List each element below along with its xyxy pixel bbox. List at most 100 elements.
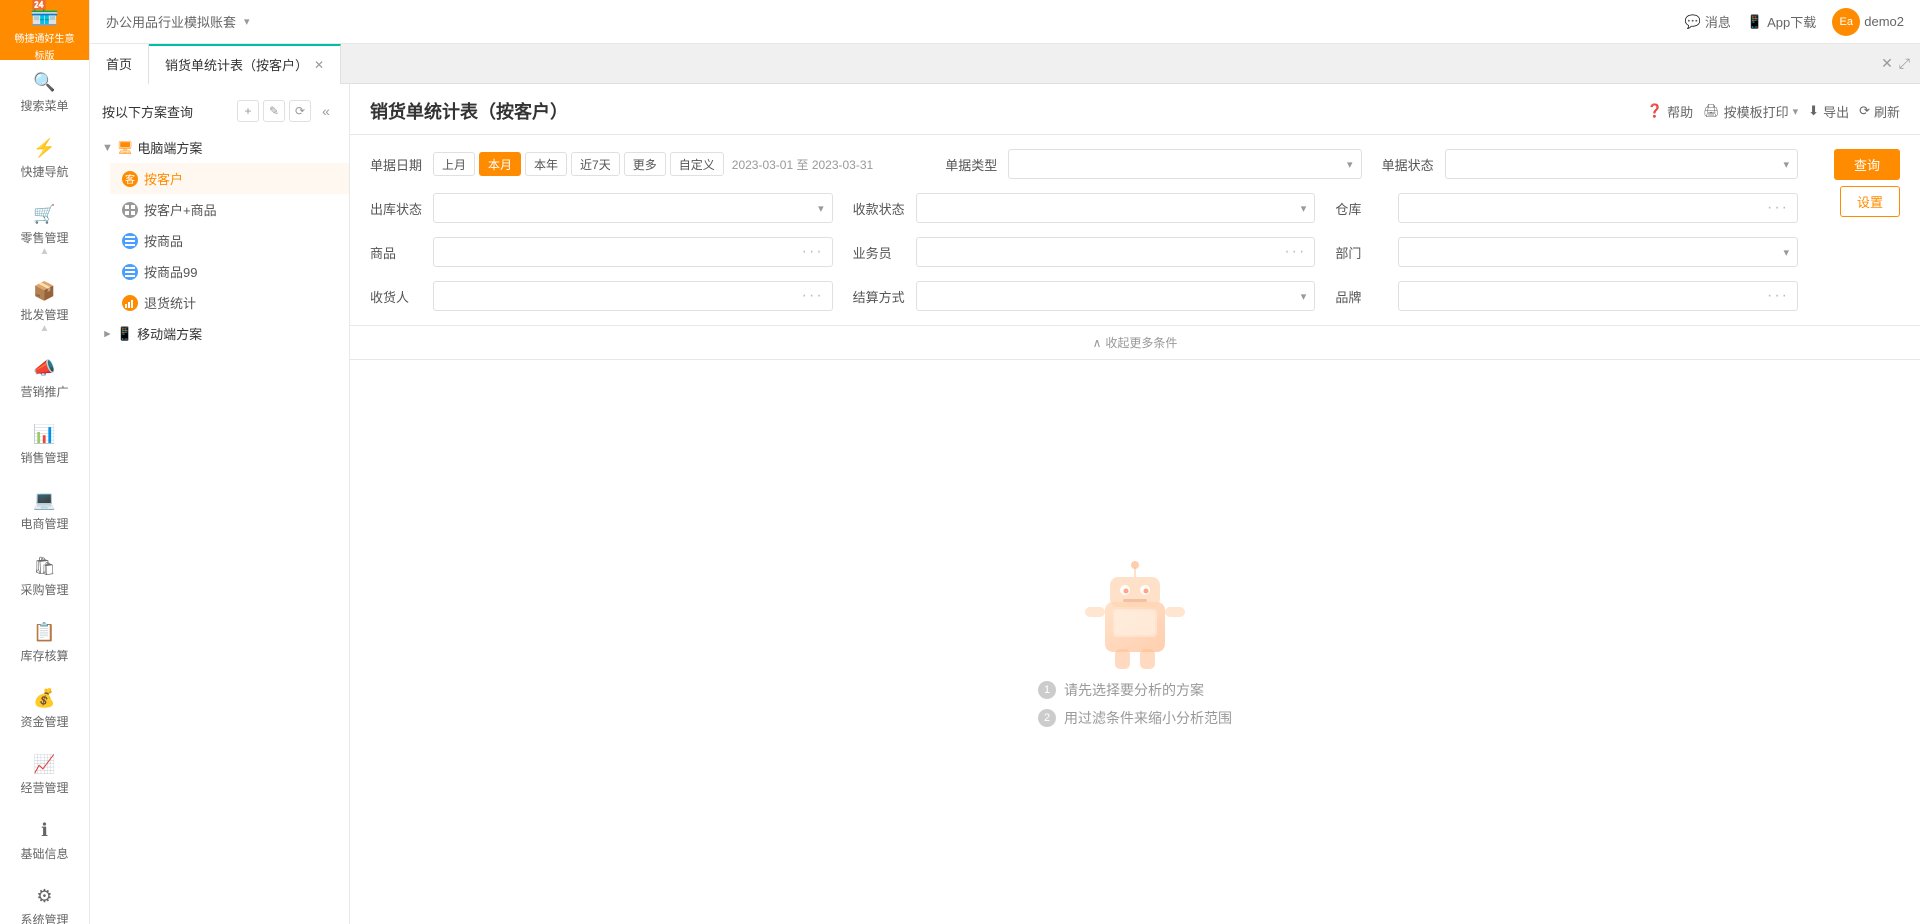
out-status-select[interactable]: ▾	[433, 193, 833, 223]
filter-row-2: 出库状态 ▾ 收款状态 ▾	[370, 193, 1798, 223]
filter-product: 商品 ···	[370, 237, 833, 267]
by-product-icon	[122, 233, 138, 249]
window-controls: ✕ ⤢	[1881, 55, 1920, 72]
add-scheme-button[interactable]: +	[237, 100, 259, 122]
date-btn-more[interactable]: 更多	[624, 152, 666, 176]
ecommerce-icon: 💻	[33, 490, 55, 511]
receiver-select[interactable]: ···	[433, 281, 833, 311]
filter-row-3: 商品 ··· 业务员 ···	[370, 237, 1798, 267]
refresh-scheme-button[interactable]: ⟳	[289, 100, 311, 122]
product-select[interactable]: ···	[433, 237, 833, 267]
message-button[interactable]: 💬 消息	[1685, 12, 1731, 31]
order-type-select[interactable]: ▾	[1008, 149, 1361, 179]
topbar-left: 办公用品行业模拟账套 ▾	[106, 12, 250, 31]
edit-scheme-button[interactable]: ✎	[263, 100, 285, 122]
app-download-button[interactable]: 📱 App下载	[1747, 12, 1816, 31]
mobile-group-arrow: ▼	[101, 328, 113, 339]
tree-item-by-product[interactable]: 按商品	[110, 225, 349, 256]
sidebar-item-sales[interactable]: 📊 销售管理	[0, 412, 90, 478]
order-status-select[interactable]: ▾	[1445, 149, 1798, 179]
sidebar-item-finance[interactable]: 💰 资金管理	[0, 676, 90, 742]
tip-1-num: 1	[1038, 681, 1056, 699]
shortcuts-icon: ⚡	[33, 138, 55, 159]
refresh-button[interactable]: ⟳ 刷新	[1859, 102, 1900, 121]
left-panel-header: 按以下方案查询 + ✎ ⟳ «	[90, 94, 349, 128]
tree-item-by-product-99[interactable]: 按商品99	[110, 256, 349, 287]
tree-group-desktop: ▼ 🖥 电脑端方案 客 按客户 按客户+商品	[90, 132, 349, 318]
sidebar-item-operations[interactable]: 📈 经营管理	[0, 742, 90, 808]
tree-group-desktop-header[interactable]: ▼ 🖥 电脑端方案	[90, 132, 349, 163]
user-menu[interactable]: Ea demo2	[1832, 8, 1904, 36]
sidebar-label-ecommerce: 电商管理	[20, 515, 68, 532]
help-button[interactable]: ❓ 帮助	[1647, 102, 1693, 121]
product-label: 商品	[370, 243, 425, 262]
tab-home-label: 首页	[106, 54, 132, 73]
date-btn-current-month[interactable]: 本月	[479, 152, 521, 176]
template-print-dropdown-icon[interactable]: ▾	[1793, 105, 1799, 118]
system-icon: ⚙	[36, 886, 52, 907]
sidebar-item-retail[interactable]: 🛒 零售管理 ▲	[0, 192, 90, 269]
template-print-button[interactable]: 🖨 按模板打印 ▾	[1703, 102, 1798, 121]
filter-brand: 品牌 ···	[1335, 281, 1798, 311]
desktop-group-arrow: ▼	[102, 142, 113, 154]
order-status-chevron: ▾	[1783, 158, 1789, 171]
mobile-group-icon: 📱	[117, 326, 133, 342]
sidebar-item-basic[interactable]: ℹ 基础信息	[0, 808, 90, 874]
marketing-icon: 📣	[33, 358, 55, 379]
tab-close-icon[interactable]: ✕	[314, 58, 324, 72]
brand-dots: ···	[1767, 287, 1789, 305]
department-select[interactable]: ▾	[1398, 237, 1798, 267]
warehouse-label: 仓库	[1335, 199, 1390, 218]
retail-arrow: ▲	[40, 246, 50, 257]
sidebar-item-ecommerce[interactable]: 💻 电商管理	[0, 478, 90, 544]
date-btn-current-year[interactable]: 本年	[525, 152, 567, 176]
query-button[interactable]: 查询	[1834, 149, 1900, 180]
tree-group-mobile: ▼ 📱 移动端方案	[90, 318, 349, 349]
refresh-label: 刷新	[1874, 102, 1900, 121]
by-product-99-icon	[122, 264, 138, 280]
tab-sales-stats[interactable]: 销货单统计表（按客户） ✕	[149, 44, 341, 84]
salesperson-select[interactable]: ···	[916, 237, 1316, 267]
receipt-status-select[interactable]: ▾	[916, 193, 1316, 223]
sidebar-item-system[interactable]: ⚙ 系统管理	[0, 874, 90, 924]
warehouse-dots: ···	[1767, 199, 1789, 217]
sidebar-item-search[interactable]: 🔍 搜索菜单	[0, 60, 90, 126]
sidebar-item-wholesale[interactable]: 📦 批发管理 ▲	[0, 269, 90, 346]
tree-item-by-customer[interactable]: 客 按客户	[110, 163, 349, 194]
sidebar-item-marketing[interactable]: 📣 营销推广	[0, 346, 90, 412]
sidebar-item-purchase[interactable]: 🛍 采购管理	[0, 544, 90, 610]
print-icon: 🖨	[1703, 103, 1720, 119]
filter-order-type: 单据类型 ▾	[945, 149, 1361, 179]
settlement-select[interactable]: ▾	[916, 281, 1316, 311]
topbar-right: 💬 消息 📱 App下载 Ea demo2	[1685, 8, 1904, 36]
query-button-area: 查询 设置	[1814, 149, 1900, 217]
brand-select[interactable]: ···	[1398, 281, 1798, 311]
settings-button[interactable]: 设置	[1840, 186, 1900, 217]
date-btn-last7[interactable]: 近7天	[571, 152, 620, 176]
avatar-text: Ea	[1840, 16, 1853, 28]
collapse-panel-button[interactable]: «	[315, 100, 337, 122]
industry-name: 办公用品行业模拟账套	[106, 12, 236, 31]
empty-tip-2: 2 用过滤条件来缩小分析范围	[1038, 708, 1232, 728]
date-btn-custom[interactable]: 自定义	[670, 152, 724, 176]
app-logo[interactable]: 🏪 畅捷通好生意 标版	[0, 0, 90, 60]
filter-receiver: 收货人 ···	[370, 281, 833, 311]
sidebar-item-inventory[interactable]: 📋 库存核算	[0, 610, 90, 676]
tree-item-return-stats[interactable]: 退货统计	[110, 287, 349, 318]
tree-group-mobile-header[interactable]: ▼ 📱 移动端方案	[90, 318, 349, 349]
sidebar-label-purchase: 采购管理	[20, 581, 68, 598]
window-close-btn[interactable]: ✕	[1881, 55, 1893, 72]
export-icon: ⬇	[1808, 103, 1819, 119]
collapse-bar[interactable]: ∧ 收起更多条件	[350, 326, 1920, 360]
industry-dropdown-icon[interactable]: ▾	[244, 15, 250, 28]
sidebar-item-shortcuts[interactable]: ⚡ 快捷导航	[0, 126, 90, 192]
export-button[interactable]: ⬇ 导出	[1808, 102, 1849, 121]
window-maximize-btn[interactable]: ⤢	[1899, 55, 1910, 72]
receiver-dots: ···	[802, 287, 824, 305]
tab-sales-stats-label: 销货单统计表（按客户）	[165, 55, 308, 74]
date-btn-last-month[interactable]: 上月	[433, 152, 475, 176]
warehouse-select[interactable]: ···	[1398, 193, 1798, 223]
tree-item-by-customer-product[interactable]: 按客户+商品	[110, 194, 349, 225]
tab-home[interactable]: 首页	[90, 44, 149, 84]
by-customer-label: 按客户	[144, 169, 183, 188]
